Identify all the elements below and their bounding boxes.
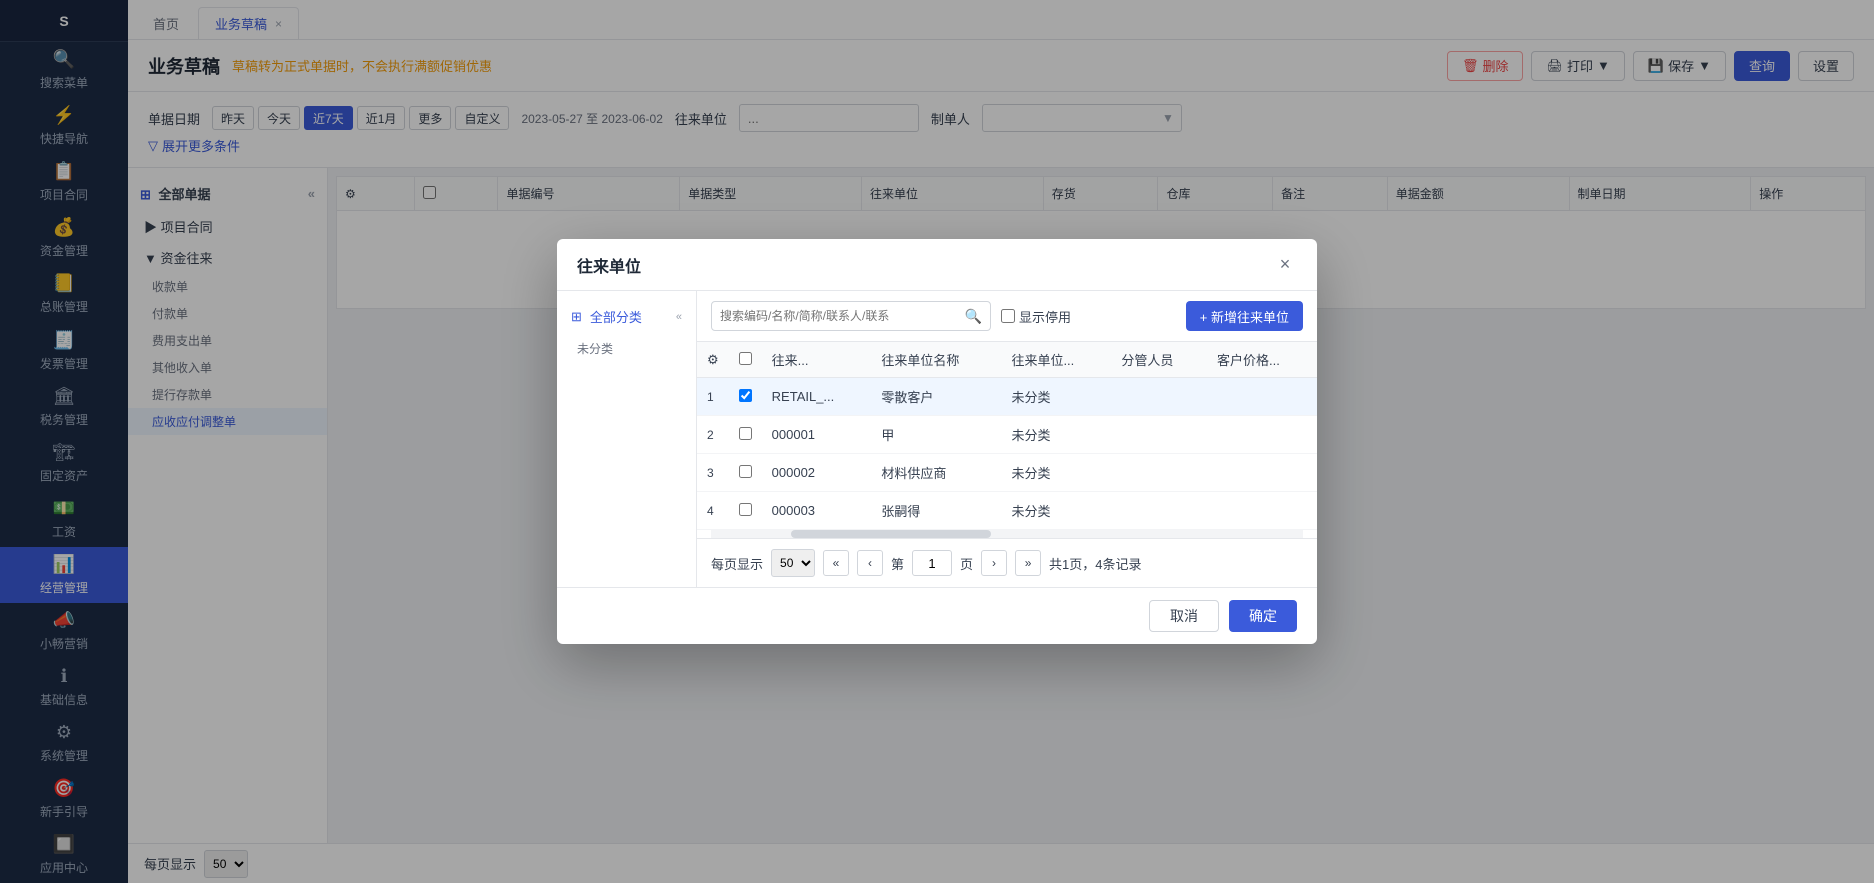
modal-table-wrap: ⚙ 往来... 往来单位名称 往来单位... 分管人员 客户价格... 1 [697, 342, 1317, 530]
modal-table-row[interactable]: 4 000003 张嗣得 未分类 [697, 492, 1317, 530]
search-icon: 🔍 [965, 308, 982, 325]
modal-title: 往来单位 [577, 253, 641, 277]
modal-overlay[interactable]: 往来单位 × ⊞ 全部分类 « 未分类 🔍 [0, 0, 1874, 883]
row-salesperson [1111, 492, 1207, 530]
row-num: 4 [697, 492, 729, 530]
th-price-level: 客户价格... [1207, 342, 1317, 378]
row-checkbox-cell[interactable] [729, 454, 762, 492]
row-name: 甲 [871, 416, 1001, 454]
row-checkbox[interactable] [739, 465, 752, 478]
modal-footer: 取消 确定 [557, 587, 1317, 644]
th-category: 往来单位... [1001, 342, 1111, 378]
per-page-label: 每页显示 [711, 554, 763, 573]
search-input[interactable] [720, 309, 959, 323]
modal-categories: ⊞ 全部分类 « 未分类 [557, 291, 697, 587]
row-name: 零散客户 [871, 378, 1001, 416]
row-num: 1 [697, 378, 729, 416]
row-price-level [1207, 416, 1317, 454]
row-checkbox[interactable] [739, 389, 752, 402]
th-settings[interactable]: ⚙ [697, 342, 729, 378]
modal-toolbar: 🔍 显示停用 + 新增往来单位 [697, 291, 1317, 342]
row-salesperson [1111, 416, 1207, 454]
category-all[interactable]: ⊞ 全部分类 « [557, 299, 696, 334]
modal-header: 往来单位 × [557, 239, 1317, 291]
row-name: 材料供应商 [871, 454, 1001, 492]
row-price-level [1207, 492, 1317, 530]
row-category: 未分类 [1001, 378, 1111, 416]
page-first-button[interactable]: « [823, 550, 849, 576]
category-collapse-icon[interactable]: « [676, 311, 682, 323]
row-category: 未分类 [1001, 454, 1111, 492]
show-disabled-checkbox[interactable] [1001, 309, 1015, 323]
confirm-button[interactable]: 确定 [1229, 600, 1297, 632]
th-name: 往来单位名称 [871, 342, 1001, 378]
page-number-input[interactable] [912, 550, 952, 576]
th-checkbox[interactable] [729, 342, 762, 378]
row-code: 000002 [762, 454, 872, 492]
row-code: RETAIL_... [762, 378, 872, 416]
modal-right-panel: 🔍 显示停用 + 新增往来单位 ⚙ [697, 291, 1317, 587]
page-next-button[interactable]: › [981, 550, 1007, 576]
modal-close-button[interactable]: × [1273, 253, 1297, 277]
counterparty-modal: 往来单位 × ⊞ 全部分类 « 未分类 🔍 [557, 239, 1317, 644]
row-num: 2 [697, 416, 729, 454]
show-disabled-checkbox-group: 显示停用 [1001, 307, 1071, 326]
page-suffix: 页 [960, 554, 973, 573]
grid-icon-modal: ⊞ [571, 309, 582, 325]
page-prev-button[interactable]: ‹ [857, 550, 883, 576]
add-counterparty-button[interactable]: + 新增往来单位 [1186, 301, 1303, 331]
row-salesperson [1111, 378, 1207, 416]
page-label: 第 [891, 554, 904, 573]
modal-scrollbar[interactable] [711, 530, 1303, 538]
row-code: 000001 [762, 416, 872, 454]
row-price-level [1207, 454, 1317, 492]
row-checkbox-cell[interactable] [729, 416, 762, 454]
modal-body: ⊞ 全部分类 « 未分类 🔍 显示停用 [557, 291, 1317, 587]
modal-table-row[interactable]: 3 000002 材料供应商 未分类 [697, 454, 1317, 492]
row-checkbox-cell[interactable] [729, 378, 762, 416]
modal-table: ⚙ 往来... 往来单位名称 往来单位... 分管人员 客户价格... 1 [697, 342, 1317, 530]
search-box: 🔍 [711, 301, 991, 331]
modal-table-row[interactable]: 2 000001 甲 未分类 [697, 416, 1317, 454]
show-disabled-label: 显示停用 [1019, 307, 1071, 326]
row-category: 未分类 [1001, 416, 1111, 454]
row-category: 未分类 [1001, 492, 1111, 530]
th-salesperson: 分管人员 [1111, 342, 1207, 378]
modal-select-all[interactable] [739, 352, 752, 365]
total-records-label: 共1页，4条记录 [1049, 554, 1141, 573]
page-last-button[interactable]: » [1015, 550, 1041, 576]
row-num: 3 [697, 454, 729, 492]
modal-table-row[interactable]: 1 RETAIL_... 零散客户 未分类 [697, 378, 1317, 416]
per-page-select[interactable]: 50 [771, 549, 815, 577]
row-name: 张嗣得 [871, 492, 1001, 530]
row-price-level [1207, 378, 1317, 416]
modal-scrollbar-thumb[interactable] [791, 530, 991, 538]
row-checkbox[interactable] [739, 503, 752, 516]
th-code: 往来... [762, 342, 872, 378]
row-checkbox[interactable] [739, 427, 752, 440]
row-salesperson [1111, 454, 1207, 492]
row-checkbox-cell[interactable] [729, 492, 762, 530]
modal-pagination: 每页显示 50 « ‹ 第 页 › » 共1页，4条记录 [697, 538, 1317, 587]
cancel-button[interactable]: 取消 [1149, 600, 1219, 632]
row-code: 000003 [762, 492, 872, 530]
category-unclassified[interactable]: 未分类 [557, 334, 696, 363]
